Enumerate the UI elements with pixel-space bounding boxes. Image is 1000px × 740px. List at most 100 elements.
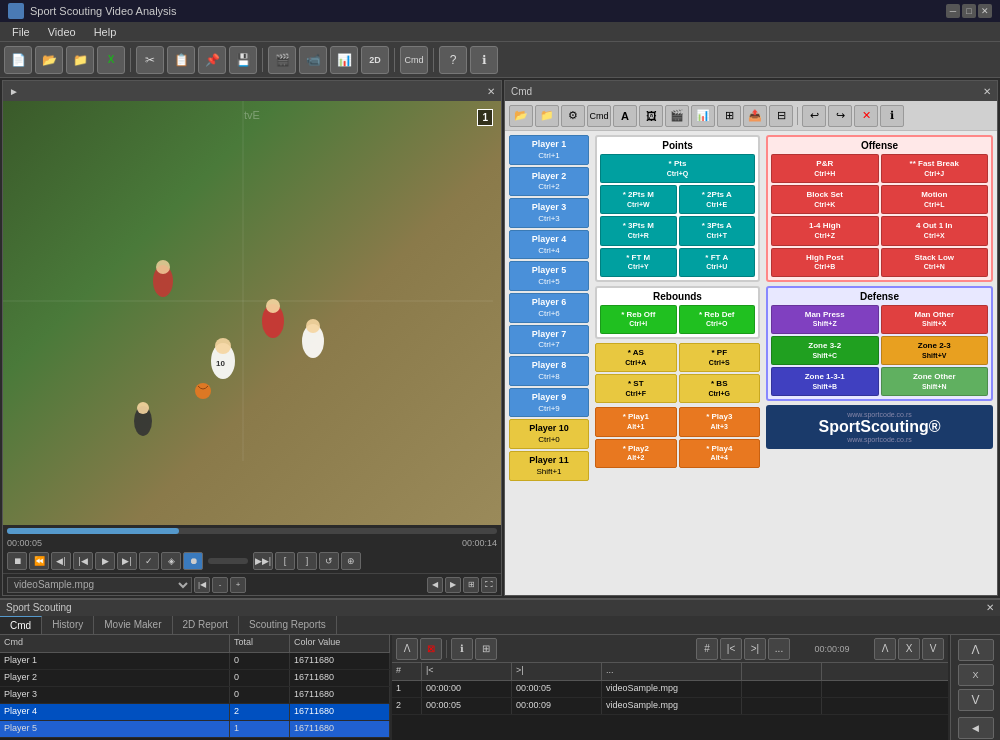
rt-info-button[interactable]: ℹ <box>451 638 473 660</box>
man-press-button[interactable]: Man PressShift+Z <box>771 305 879 334</box>
2d-button[interactable]: 2D <box>361 46 389 74</box>
new-button[interactable]: 📄 <box>4 46 32 74</box>
4out1in-button[interactable]: 4 Out 1 InCtrl+X <box>881 216 989 245</box>
loop-button[interactable]: ↺ <box>319 552 339 570</box>
player-8-button[interactable]: Player 8Ctrl+8 <box>509 356 589 386</box>
cmd-info-button[interactable]: ℹ <box>880 105 904 127</box>
pf-button[interactable]: * PFCtrl+S <box>679 343 761 372</box>
cmd-image-button[interactable]: 🖼 <box>639 105 663 127</box>
2pts-a-button[interactable]: * 2Pts ACtrl+E <box>679 185 756 214</box>
filename-select[interactable]: videoSample.mpg <box>7 577 192 593</box>
player-9-button[interactable]: Player 9Ctrl+9 <box>509 388 589 418</box>
table-row[interactable]: Player 5 1 16711680 <box>0 721 390 738</box>
info-button[interactable]: ℹ <box>470 46 498 74</box>
mark-in-button[interactable]: [ <box>275 552 295 570</box>
rt-v-button[interactable]: V <box>922 638 944 660</box>
nav-left-button[interactable]: ◀ <box>427 577 443 593</box>
cmd-delete-button[interactable]: ✕ <box>854 105 878 127</box>
fullscreen-button[interactable]: ⛶ <box>481 577 497 593</box>
close-button[interactable]: ✕ <box>978 4 992 18</box>
bs-button[interactable]: * BSCtrl+G <box>679 374 761 403</box>
1-4-high-button[interactable]: 1-4 HighCtrl+Z <box>771 216 879 245</box>
cmd-undo-button[interactable]: ↩ <box>802 105 826 127</box>
video-close-button[interactable]: ✕ <box>487 86 495 97</box>
as-button[interactable]: * ASCtrl+A <box>595 343 677 372</box>
rewind-button[interactable]: ⏪ <box>29 552 49 570</box>
3pts-m-button[interactable]: * 3Pts MCtrl+R <box>600 216 677 245</box>
table-row[interactable]: Player 3 0 16711680 <box>0 687 390 704</box>
menu-video[interactable]: Video <box>40 24 84 40</box>
player-2-button[interactable]: Player 2Ctrl+2 <box>509 167 589 197</box>
menu-help[interactable]: Help <box>86 24 125 40</box>
block-set-button[interactable]: Block SetCtrl+K <box>771 185 879 214</box>
excel-button[interactable]: X <box>97 46 125 74</box>
pts-button[interactable]: * PtsCtrl+Q <box>600 154 755 183</box>
paste-button[interactable]: 📌 <box>198 46 226 74</box>
cmd-folder-button[interactable]: 📁 <box>535 105 559 127</box>
player-6-button[interactable]: Player 6Ctrl+6 <box>509 293 589 323</box>
volume-slider[interactable] <box>208 558 248 564</box>
far-lambda-up[interactable]: Λ <box>958 639 994 661</box>
3pts-a-button[interactable]: * 3Pts ACtrl+T <box>679 216 756 245</box>
player-11-button[interactable]: Player 11Shift+1 <box>509 451 589 481</box>
high-post-button[interactable]: High PostCtrl+B <box>771 248 879 277</box>
rt-delete-button[interactable]: ⊠ <box>420 638 442 660</box>
zone32-button[interactable]: Zone 3-2Shift+C <box>771 336 879 365</box>
play1-button[interactable]: * Play1Alt+1 <box>595 407 677 436</box>
player-5-button[interactable]: Player 5Ctrl+5 <box>509 261 589 291</box>
par-button[interactable]: P&RCtrl+H <box>771 154 879 183</box>
fast-break-button[interactable]: ** Fast BreakCtrl+J <box>881 154 989 183</box>
table-row-selected[interactable]: Player 4 2 16711680 <box>0 704 390 721</box>
nav-right-button[interactable]: ▶ <box>445 577 461 593</box>
far-x-button[interactable]: X <box>958 664 994 686</box>
play3-button[interactable]: * Play3Alt+3 <box>679 407 761 436</box>
window-controls[interactable]: ─ □ ✕ <box>946 4 992 18</box>
step-back-button[interactable]: ◀| <box>51 552 71 570</box>
open-folder-button[interactable]: 📂 <box>35 46 63 74</box>
tab-cmd[interactable]: Cmd <box>0 616 42 634</box>
rt-x-button[interactable]: X <box>898 638 920 660</box>
cmd-export-button[interactable]: 📤 <box>743 105 767 127</box>
player-1-button[interactable]: Player 1Ctrl+1 <box>509 135 589 165</box>
minimize-button[interactable]: ─ <box>946 4 960 18</box>
clip-row[interactable]: 1 00:00:00 00:00:05 videoSample.mpg <box>392 681 948 698</box>
cmd-video-button[interactable]: 🎬 <box>665 105 689 127</box>
zone-other-button[interactable]: Zone OtherShift+N <box>881 367 989 396</box>
cmd-redo-button[interactable]: ↪ <box>828 105 852 127</box>
rt-grid-button[interactable]: ⊞ <box>475 638 497 660</box>
player-10-button[interactable]: Player 10Ctrl+0 <box>509 419 589 449</box>
cmd-grid-button[interactable]: ⊞ <box>717 105 741 127</box>
man-other-button[interactable]: Man OtherShift+X <box>881 305 989 334</box>
cmd-open-button[interactable]: 📂 <box>509 105 533 127</box>
tab-scouting-reports[interactable]: Scouting Reports <box>239 616 337 634</box>
maximize-button[interactable]: □ <box>962 4 976 18</box>
zone131-button[interactable]: Zone 1-3-1Shift+B <box>771 367 879 396</box>
table-row[interactable]: Player 1 0 16711680 <box>0 653 390 670</box>
cmd-button[interactable]: Cmd <box>400 46 428 74</box>
player-7-button[interactable]: Player 7Ctrl+7 <box>509 325 589 355</box>
reb-def-button[interactable]: * Reb DefCtrl+O <box>679 305 756 334</box>
play-button[interactable]: ▶ <box>95 552 115 570</box>
progress-bar[interactable] <box>7 528 497 534</box>
bottom-close-button[interactable]: ✕ <box>986 602 994 613</box>
cmd-key-button[interactable]: Cmd <box>587 105 611 127</box>
menu-file[interactable]: File <box>4 24 38 40</box>
ft-m-button[interactable]: * FT MCtrl+Y <box>600 248 677 277</box>
play4-button[interactable]: * Play4Alt+4 <box>679 439 761 468</box>
cmd-table-button[interactable]: ⊟ <box>769 105 793 127</box>
stack-low-button[interactable]: Stack LowCtrl+N <box>881 248 989 277</box>
report-button[interactable]: 📊 <box>330 46 358 74</box>
rt-lambda2-button[interactable]: Λ <box>874 638 896 660</box>
table-row[interactable]: Player 2 0 16711680 <box>0 670 390 687</box>
player-4-button[interactable]: Player 4Ctrl+4 <box>509 230 589 260</box>
next-clip-button[interactable]: ▶▶| <box>253 552 273 570</box>
tab-history[interactable]: History <box>42 616 94 634</box>
cut-button[interactable]: ✂ <box>136 46 164 74</box>
motion-button[interactable]: MotionCtrl+L <box>881 185 989 214</box>
save-button[interactable]: 💾 <box>229 46 257 74</box>
st-button[interactable]: * STCtrl+F <box>595 374 677 403</box>
record-button[interactable]: ⏺ <box>183 552 203 570</box>
filename-prev-button[interactable]: |◀ <box>194 577 210 593</box>
far-lambda-down[interactable]: V <box>958 689 994 711</box>
ft-a-button[interactable]: * FT ACtrl+U <box>679 248 756 277</box>
